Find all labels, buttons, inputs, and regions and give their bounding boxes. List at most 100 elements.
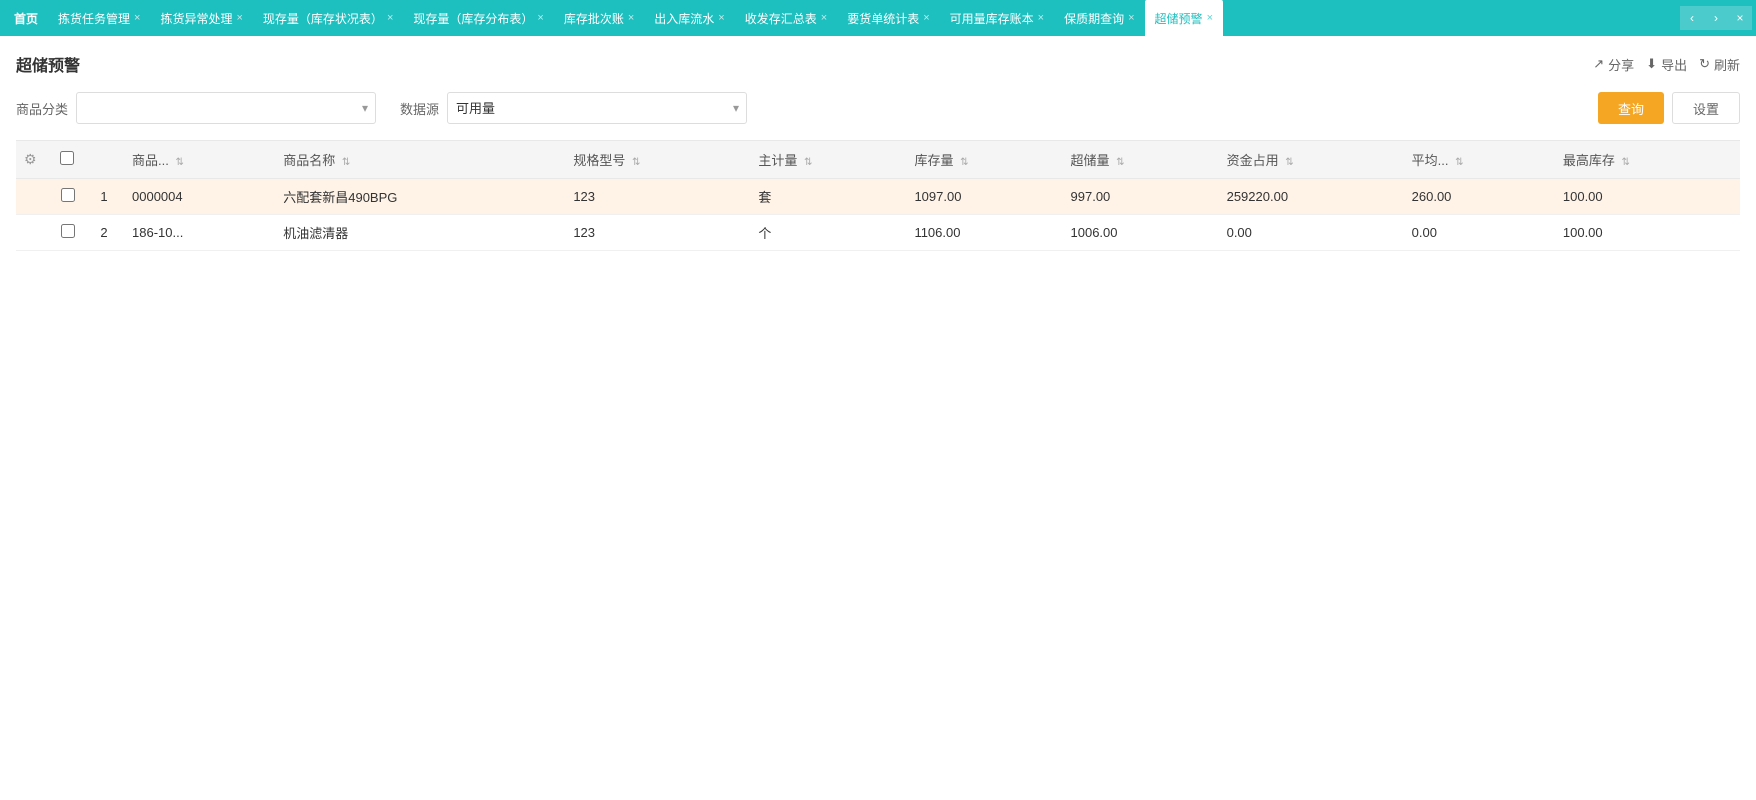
sort-avg-price-icon: ⇅: [1455, 157, 1463, 168]
sort-product-name-icon: ⇅: [342, 157, 350, 168]
row-avg-price: 0.00: [1404, 215, 1555, 251]
row-avg-price: 260.00: [1404, 179, 1555, 215]
row-overstock-qty: 997.00: [1063, 179, 1219, 215]
row-product-code: 0000004: [124, 179, 275, 215]
nav-pick-task[interactable]: 拣货任务管理 ×: [48, 0, 150, 36]
row-gear-cell: [16, 215, 52, 251]
close-collect-summary[interactable]: ×: [821, 12, 827, 24]
close-inventory-status[interactable]: ×: [387, 12, 393, 24]
settings-icon[interactable]: ⚙: [24, 151, 37, 167]
refresh-button[interactable]: ↻ 刷新: [1699, 55, 1740, 74]
row-stock-qty: 1106.00: [906, 215, 1062, 251]
row-max-stock: 100.00: [1555, 215, 1740, 251]
datasource-select-wrapper: 可用量 库存量 ▾: [447, 92, 747, 124]
share-button[interactable]: ↗ 分享: [1593, 55, 1634, 74]
row-checkbox-1[interactable]: [61, 224, 75, 238]
nav-expiry-query[interactable]: 保质期查询 ×: [1054, 0, 1144, 36]
close-inventory-dist[interactable]: ×: [537, 12, 543, 24]
sort-capital-used-icon: ⇅: [1285, 157, 1293, 168]
nav-next-button[interactable]: ›: [1704, 6, 1728, 30]
close-inout-flow[interactable]: ×: [718, 12, 724, 24]
table-row[interactable]: 1 0000004 六配套新昌490BPG 123 套 1097.00 997.…: [16, 179, 1740, 215]
category-filter-group: 商品分类 ▾: [16, 92, 376, 124]
nav-close-all-button[interactable]: ×: [1728, 6, 1752, 30]
row-overstock-qty: 1006.00: [1063, 215, 1219, 251]
category-select-wrapper: ▾: [76, 92, 376, 124]
col-overstock-qty[interactable]: 超储量 ⇅: [1063, 141, 1219, 179]
datasource-label: 数据源: [400, 99, 439, 118]
filter-row: 商品分类 ▾ 数据源 可用量 库存量 ▾ 查询 设置: [16, 92, 1740, 124]
col-capital-used[interactable]: 资金占用 ⇅: [1219, 141, 1404, 179]
nav-inventory-status[interactable]: 现存量（库存状况表） ×: [253, 0, 403, 36]
export-button[interactable]: ⬇ 导出: [1646, 55, 1687, 74]
setting-button[interactable]: 设置: [1672, 92, 1740, 124]
col-product-name[interactable]: 商品名称 ⇅: [275, 141, 565, 179]
data-table: ⚙ 商品... ⇅ 商品名称 ⇅ 规格型号 ⇅: [16, 140, 1740, 251]
row-spec: 123: [565, 215, 750, 251]
nav-batch-account[interactable]: 库存批次账 ×: [554, 0, 644, 36]
row-checkbox-cell[interactable]: [52, 215, 84, 251]
close-overstock-warning[interactable]: ×: [1207, 12, 1213, 24]
datasource-select[interactable]: 可用量 库存量: [447, 92, 747, 124]
row-product-name: 六配套新昌490BPG: [275, 179, 565, 215]
col-max-stock[interactable]: 最高库存 ⇅: [1555, 141, 1740, 179]
sort-spec-icon: ⇅: [632, 157, 640, 168]
sort-unit-icon: ⇅: [804, 157, 812, 168]
nav-prev-button[interactable]: ‹: [1680, 6, 1704, 30]
col-stock-qty[interactable]: 库存量 ⇅: [906, 141, 1062, 179]
nav-pick-exception[interactable]: 拣货异常处理 ×: [150, 0, 252, 36]
category-label: 商品分类: [16, 99, 68, 118]
row-num: 2: [84, 215, 124, 251]
nav-collect-summary[interactable]: 收发存汇总表 ×: [735, 0, 837, 36]
col-setting[interactable]: ⚙: [16, 141, 52, 179]
row-unit: 套: [750, 179, 906, 215]
col-unit[interactable]: 主计量 ⇅: [750, 141, 906, 179]
top-nav: 首页 拣货任务管理 × 拣货异常处理 × 现存量（库存状况表） × 现存量（库存…: [0, 0, 1756, 36]
nav-overstock-warning[interactable]: 超储预警 ×: [1145, 0, 1223, 36]
nav-inout-flow[interactable]: 出入库流水 ×: [644, 0, 734, 36]
sort-product-code-icon: ⇅: [175, 157, 183, 168]
table-header: ⚙ 商品... ⇅ 商品名称 ⇅ 规格型号 ⇅: [16, 141, 1740, 179]
share-icon: ↗: [1593, 56, 1604, 72]
main-content: 超储预警 ↗ 分享 ⬇ 导出 ↻ 刷新 商品分类 ▾: [0, 36, 1756, 800]
sort-stock-qty-icon: ⇅: [960, 157, 968, 168]
row-product-code: 186-10...: [124, 215, 275, 251]
category-select[interactable]: [76, 92, 376, 124]
row-spec: 123: [565, 179, 750, 215]
nav-order-stats[interactable]: 要货单统计表 ×: [837, 0, 939, 36]
row-gear-cell: [16, 179, 52, 215]
row-checkbox-0[interactable]: [61, 188, 75, 202]
row-num: 1: [84, 179, 124, 215]
row-capital-used: 0.00: [1219, 215, 1404, 251]
col-avg-price[interactable]: 平均... ⇅: [1404, 141, 1555, 179]
nav-available-account[interactable]: 可用量库存账本 ×: [940, 0, 1054, 36]
close-expiry-query[interactable]: ×: [1128, 12, 1134, 24]
query-button[interactable]: 查询: [1598, 92, 1664, 124]
sort-overstock-qty-icon: ⇅: [1116, 157, 1124, 168]
page-title: 超储预警: [16, 52, 80, 76]
header-actions: ↗ 分享 ⬇ 导出 ↻ 刷新: [1593, 55, 1740, 74]
nav-home[interactable]: 首页: [4, 0, 48, 36]
row-capital-used: 259220.00: [1219, 179, 1404, 215]
row-product-name: 机油滤清器: [275, 215, 565, 251]
row-stock-qty: 1097.00: [906, 179, 1062, 215]
close-batch-account[interactable]: ×: [628, 12, 634, 24]
col-spec[interactable]: 规格型号 ⇅: [565, 141, 750, 179]
row-unit: 个: [750, 215, 906, 251]
close-pick-task[interactable]: ×: [134, 12, 140, 24]
table-body: 1 0000004 六配套新昌490BPG 123 套 1097.00 997.…: [16, 179, 1740, 251]
close-order-stats[interactable]: ×: [923, 12, 929, 24]
close-pick-exception[interactable]: ×: [236, 12, 242, 24]
row-max-stock: 100.00: [1555, 179, 1740, 215]
sort-max-stock-icon: ⇅: [1622, 157, 1630, 168]
nav-inventory-dist[interactable]: 现存量（库存分布表） ×: [403, 0, 553, 36]
col-product-code[interactable]: 商品... ⇅: [124, 141, 275, 179]
select-all-checkbox[interactable]: [60, 151, 74, 165]
page-header: 超储预警 ↗ 分享 ⬇ 导出 ↻ 刷新: [16, 52, 1740, 76]
close-available-account[interactable]: ×: [1038, 12, 1044, 24]
refresh-icon: ↻: [1699, 56, 1710, 72]
datasource-filter-group: 数据源 可用量 库存量 ▾: [400, 92, 747, 124]
col-checkbox-all[interactable]: [52, 141, 84, 179]
table-row[interactable]: 2 186-10... 机油滤清器 123 个 1106.00 1006.00 …: [16, 215, 1740, 251]
row-checkbox-cell[interactable]: [52, 179, 84, 215]
